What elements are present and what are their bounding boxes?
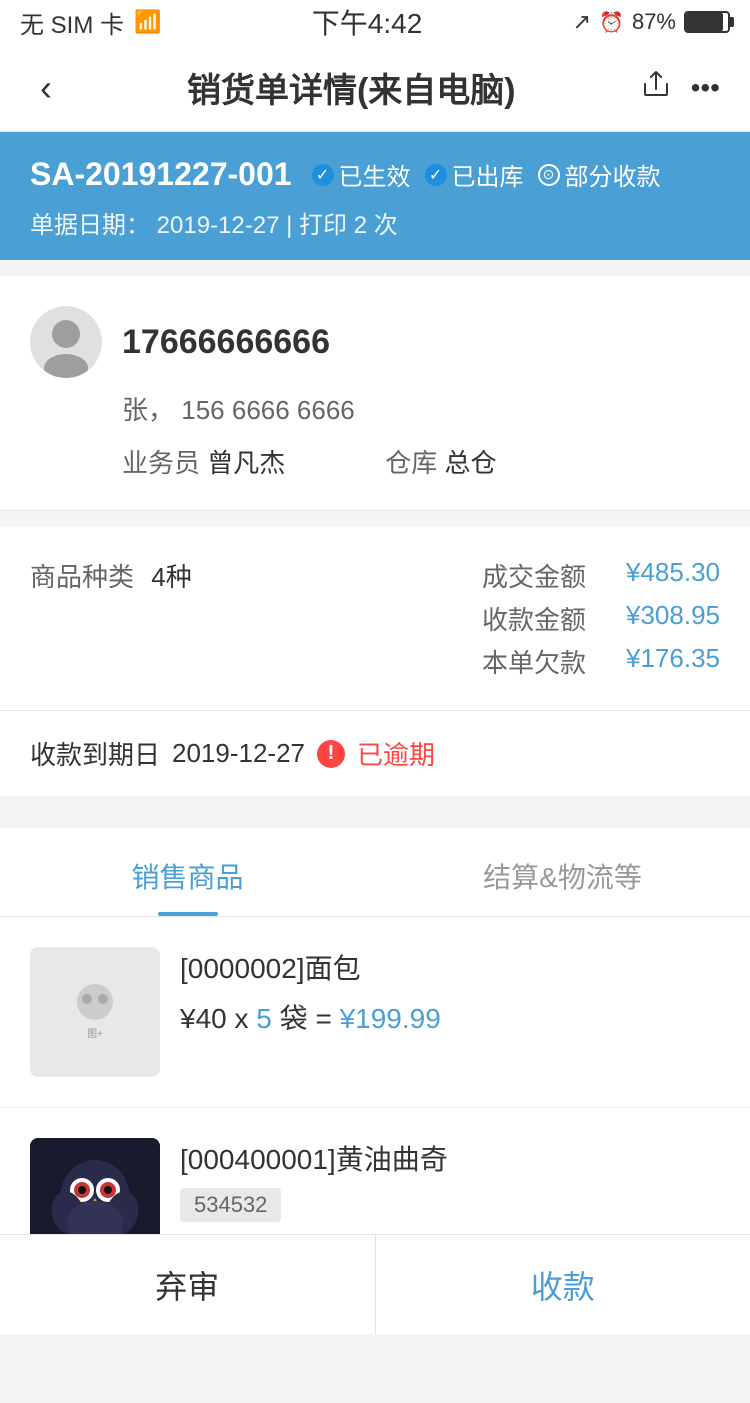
deal-amount-row: 成交金额 ¥485.30 [482, 557, 720, 594]
tab-settlement[interactable]: 结算&物流等 [375, 828, 750, 916]
product-name-1: [0000002]面包 [180, 947, 720, 987]
time-label: 下午4:42 [312, 2, 423, 42]
deal-amount: ¥485.30 [626, 557, 720, 594]
status-badge-partial-payment: ⊙ 部分收款 [538, 157, 661, 192]
product-placeholder-1: 图+ [30, 947, 160, 1077]
cancel-review-button[interactable]: 弃审 [0, 1235, 376, 1334]
clock-icon: ⊙ [538, 164, 560, 186]
order-id: SA-20191227-001 [30, 156, 292, 193]
section-divider-2 [0, 796, 750, 812]
tab-bar: 销售商品 结算&物流等 [0, 828, 750, 917]
bottom-action-bar: 弃审 收款 [0, 1234, 750, 1334]
battery-icon [684, 11, 730, 33]
share-button[interactable] [641, 69, 671, 106]
tab-section: 销售商品 结算&物流等 [0, 828, 750, 917]
customer-section: 17666666666 张， 156 6666 6666 业务员 曾凡杰 仓库 … [0, 276, 750, 510]
sales-name: 曾凡杰 [207, 448, 285, 478]
tab-sales-products[interactable]: 销售商品 [0, 828, 375, 916]
sales-label: 业务员 [122, 448, 200, 478]
date-label: 单据日期： [30, 212, 150, 239]
status-badge-shipped: ✓ 已出库 [425, 157, 524, 192]
print-label: | 打印 [286, 212, 354, 239]
status-bar: 无 SIM 卡 📶 下午4:42 ↗ ⏰ 87% [0, 0, 750, 44]
battery-percent: 87% [632, 9, 676, 35]
back-button[interactable]: ‹ [30, 57, 62, 119]
customer-meta: 业务员 曾凡杰 仓库 总仓 [122, 443, 720, 480]
location-icon: ↗ [573, 9, 591, 35]
product-sku-2: 534532 [180, 1188, 281, 1222]
received-amount-row: 收款金额 ¥308.95 [482, 600, 720, 637]
overdue-icon: ! [317, 740, 345, 768]
carrier-label: 无 SIM 卡 [20, 5, 124, 40]
order-header: SA-20191227-001 ✓ 已生效 ✓ 已出库 ⊙ 部分收款 单据日期：… [0, 132, 750, 260]
print-count: 2 [354, 212, 367, 239]
nav-bar: ‹ 销货单详情(来自电脑) ••• [0, 44, 750, 132]
section-divider-1 [0, 511, 750, 527]
svg-text:图+: 图+ [87, 1028, 103, 1040]
print-suffix: 次 [374, 212, 398, 239]
product-image-1: 图+ [30, 947, 160, 1077]
customer-name-phone: 张， 156 6666 6666 [122, 390, 720, 427]
product-type-label: 商品种类 [30, 562, 134, 592]
product-item: 图+ [0000002]面包 ¥40 x 5 袋 = ¥199.99 [0, 917, 750, 1108]
check-icon-2: ✓ [425, 164, 447, 186]
product-qty-1: 5 [256, 1003, 272, 1034]
check-icon-1: ✓ [312, 164, 334, 186]
product-count: 4种 [151, 562, 191, 592]
product-price-1: ¥40 x 5 袋 = ¥199.99 [180, 997, 720, 1037]
order-date-row: 单据日期： 2019-12-27 | 打印 2 次 [30, 205, 720, 240]
balance-amount: ¥176.35 [626, 643, 720, 680]
avatar [30, 306, 102, 378]
received-amount: ¥308.95 [626, 600, 720, 637]
wifi-icon: 📶 [134, 9, 161, 35]
warehouse-label: 仓库 [385, 448, 437, 478]
product-info-1: [0000002]面包 ¥40 x 5 袋 = ¥199.99 [180, 947, 720, 1077]
alarm-icon: ⏰ [599, 10, 624, 35]
payment-button[interactable]: 收款 [376, 1235, 750, 1334]
balance-row: 本单欠款 ¥176.35 [482, 643, 720, 680]
overdue-text: 已逾期 [357, 735, 435, 772]
due-date-section: 收款到期日 2019-12-27 ! 已逾期 [0, 711, 750, 796]
more-button[interactable]: ••• [691, 72, 720, 104]
stats-section: 商品种类 4种 成交金额 ¥485.30 收款金额 ¥308.95 本单欠款 ¥… [0, 527, 750, 710]
customer-phone: 17666666666 [122, 323, 330, 362]
page-title: 销货单详情(来自电脑) [187, 63, 516, 112]
warehouse-name: 总仓 [445, 448, 497, 478]
product-name-2: [000400001]黄油曲奇 [180, 1138, 720, 1178]
due-date-value: 2019-12-27 [172, 738, 305, 769]
due-date-label: 收款到期日 [30, 735, 160, 772]
order-date: 2019-12-27 [157, 212, 280, 239]
status-badge-activated: ✓ 已生效 [312, 157, 411, 192]
product-total-1: ¥199.99 [340, 1003, 441, 1034]
